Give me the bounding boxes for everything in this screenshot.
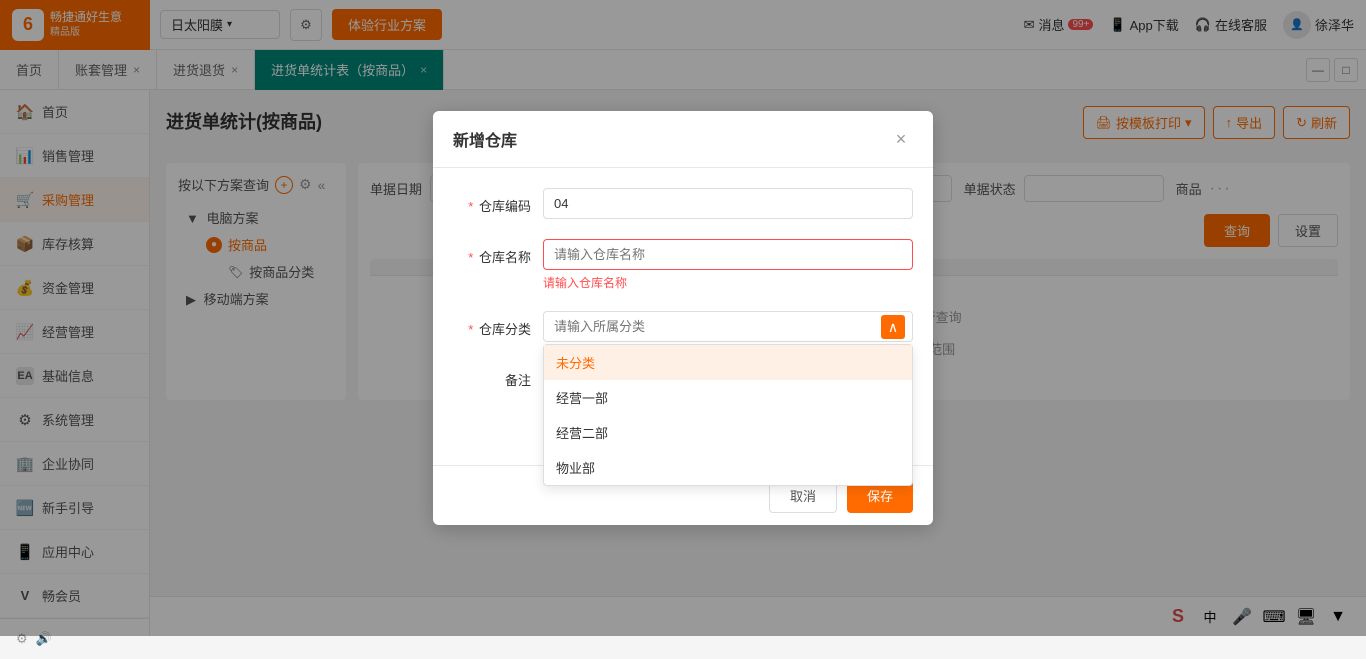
modal-body: * 仓库编码 * 仓库名称 请输入仓库名称	[433, 168, 933, 465]
warehouse-category-row: * 仓库分类 ∧ 未分类	[453, 311, 913, 342]
warehouse-name-row: * 仓库名称 请输入仓库名称	[453, 239, 913, 291]
dropdown-item-0[interactable]: 未分类	[544, 345, 912, 380]
category-wrapper: ∧ 未分类 经营一部 经营二部	[543, 311, 913, 342]
warehouse-name-error: 请输入仓库名称	[543, 274, 913, 291]
dropdown-item-3[interactable]: 物业部	[544, 450, 912, 485]
modal-header: 新增仓库 ×	[433, 111, 933, 168]
warehouse-name-input[interactable]	[543, 239, 913, 270]
dropdown-item-2[interactable]: 经营二部	[544, 415, 912, 450]
new-warehouse-modal: 新增仓库 × * 仓库编码 * 仓库名称	[433, 111, 933, 525]
modal-overlay: 新增仓库 × * 仓库编码 * 仓库名称	[0, 0, 1366, 636]
category-input[interactable]	[543, 311, 913, 342]
modal-close-button[interactable]: ×	[889, 127, 913, 151]
dropdown-item-1[interactable]: 经营一部	[544, 380, 912, 415]
warehouse-code-input[interactable]	[543, 188, 913, 219]
warehouse-code-row: * 仓库编码	[453, 188, 913, 219]
modal-title: 新增仓库	[453, 127, 517, 151]
category-dropdown: 未分类 经营一部 经营二部 物业部	[543, 344, 913, 486]
category-toggle-button[interactable]: ∧	[881, 315, 905, 339]
